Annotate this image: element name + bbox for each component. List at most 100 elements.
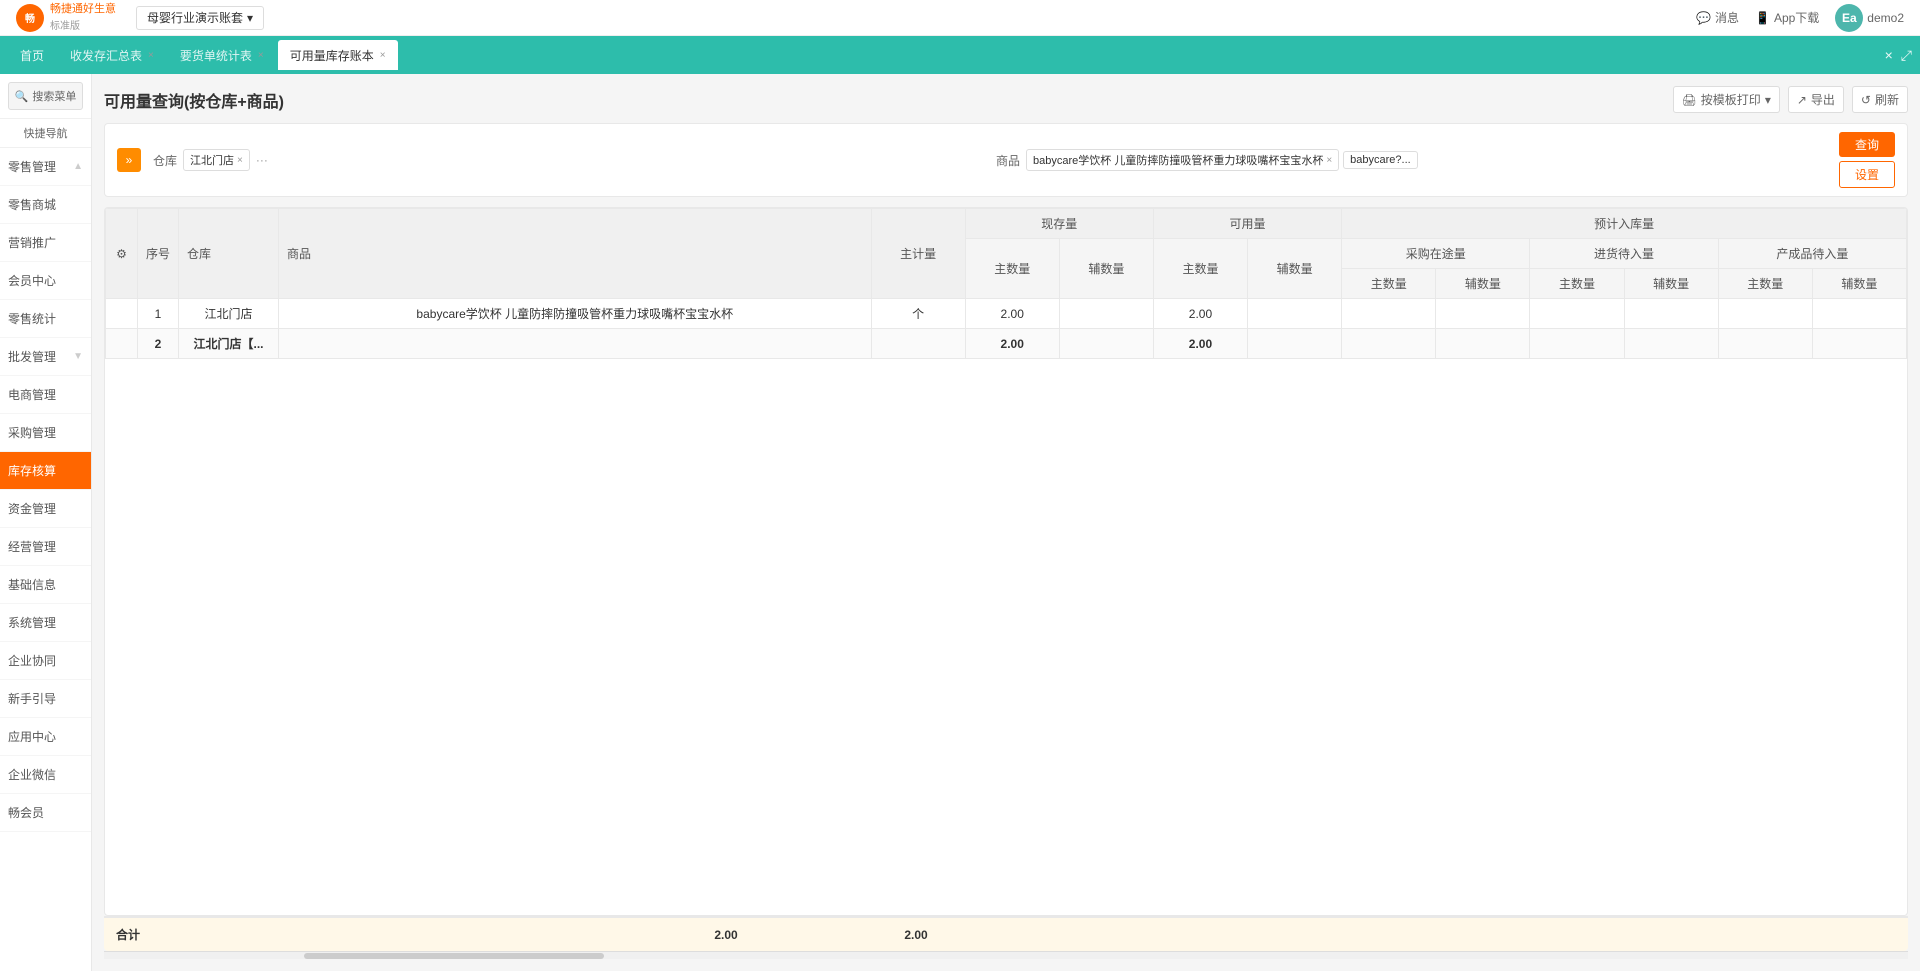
sidebar-item-system-mgmt[interactable]: 系统管理: [0, 604, 91, 642]
template-print-label: 按模板打印: [1701, 91, 1761, 108]
sidebar-item-purchase-mgmt[interactable]: 采购管理: [0, 414, 91, 452]
warehouse-filter-ellipsis[interactable]: ···: [256, 153, 268, 167]
chevron-down-icon: ▾: [1765, 93, 1771, 107]
filter-actions: 查询 设置: [1839, 132, 1895, 188]
sidebar-item-label: 畅会员: [8, 804, 44, 821]
sidebar-item-enterprise-collab[interactable]: 企业协同: [0, 642, 91, 680]
tab-receive-pay-close[interactable]: ×: [148, 50, 154, 61]
logo-area: 畅 畅捷通好生意 标准版: [16, 3, 116, 31]
col-settings-header[interactable]: ⚙: [106, 209, 138, 299]
app-download-btn[interactable]: 📱 App下载: [1755, 9, 1819, 26]
expand-icon: »: [126, 153, 133, 167]
main-layout: 🔍 搜索菜单 快捷导航 零售管理 ▲ 零售商城 营销推广 会员中心 零售统计 批…: [0, 74, 1920, 971]
sidebar-item-retail-stats[interactable]: 零售统计: [0, 300, 91, 338]
tab-available-inventory[interactable]: 可用量库存账本 ×: [278, 40, 398, 70]
warehouse-tag-jiangbei[interactable]: 江北门店 ×: [183, 149, 250, 171]
tab-requisition-stats-close[interactable]: ×: [258, 50, 264, 61]
col-inbound-pending-aux-header: 辅数量: [1624, 269, 1718, 299]
filter-row: » 仓库 江北门店 × ··· 商品 babycare学饮杯 儿童防摔防撞吸管杯…: [104, 123, 1908, 197]
tab-available-inventory-close[interactable]: ×: [380, 50, 386, 61]
sidebar-item-enterprise-wechat[interactable]: 企业微信: [0, 756, 91, 794]
refresh-label: 刷新: [1875, 91, 1899, 108]
scroll-thumb[interactable]: [304, 953, 604, 959]
content-area: 可用量查询(按仓库+商品) 🖨 按模板打印 ▾ ↗ 导出 ↺ 刷新: [92, 74, 1920, 971]
tab-home[interactable]: 首页: [8, 40, 56, 70]
nav-tabs: 首页 收发存汇总表 × 要货单统计表 × 可用量库存账本 × × ⤢: [0, 36, 1920, 74]
cell-avail-aux-sub: [1248, 329, 1342, 359]
sidebar-item-label: 企业协同: [8, 652, 56, 669]
sidebar-item-label: 资金管理: [8, 500, 56, 517]
tab-requisition-stats-label: 要货单统计表: [180, 47, 252, 64]
logo-sub: 标准版: [50, 17, 116, 32]
sidebar-item-new-guide[interactable]: 新手引导: [0, 680, 91, 718]
cell-no: 1: [138, 299, 179, 329]
table-container: ⚙ 序号 仓库 商品 主计量 现存量 可用量 预计入库量 主数量 辅数量 主数量…: [104, 207, 1908, 916]
cell-stock-main: 2.00: [965, 299, 1059, 329]
sidebar-item-retail-mgmt[interactable]: 零售管理 ▲: [0, 148, 91, 186]
avatar: Ea: [1835, 4, 1863, 32]
cell-unit-sub: [871, 329, 965, 359]
tab-receive-pay[interactable]: 收发存汇总表 ×: [58, 40, 166, 70]
cell-pt-main-sub: [1342, 329, 1436, 359]
scroll-indicator[interactable]: [104, 951, 1908, 959]
filter-expand-btn[interactable]: »: [117, 148, 141, 172]
close-all-tabs-btn[interactable]: ×: [1885, 47, 1893, 63]
sidebar-item-finance-mgmt[interactable]: 资金管理: [0, 490, 91, 528]
col-finished-pending-main-header: 主数量: [1718, 269, 1812, 299]
cell-settings-sub: [106, 329, 138, 359]
page-actions: 🖨 按模板打印 ▾ ↗ 导出 ↺ 刷新: [1673, 86, 1908, 113]
sidebar-item-app-center[interactable]: 应用中心: [0, 718, 91, 756]
sidebar-item-label: 批发管理: [8, 348, 56, 365]
template-print-btn[interactable]: 🖨 按模板打印 ▾: [1673, 86, 1780, 113]
sidebar-item-retail-mall[interactable]: 零售商城: [0, 186, 91, 224]
sidebar-item-label: 新手引导: [8, 690, 56, 707]
industry-selector[interactable]: 母婴行业演示账套 ▾: [136, 6, 264, 30]
product-tag-label: babycare学饮杯 儿童防摔防撞吸管杯重力球吸嘴杯宝宝水杯: [1033, 152, 1323, 168]
inventory-table: ⚙ 序号 仓库 商品 主计量 现存量 可用量 预计入库量 主数量 辅数量 主数量…: [105, 208, 1907, 359]
sidebar-item-ecommerce-mgmt[interactable]: 电商管理: [0, 376, 91, 414]
product-tag-babycare[interactable]: babycare学饮杯 儿童防摔防撞吸管杯重力球吸嘴杯宝宝水杯 ×: [1026, 149, 1339, 171]
col-unit-header: 主计量: [871, 209, 965, 299]
sidebar-item-operations-mgmt[interactable]: 经营管理: [0, 528, 91, 566]
table-row-subtotal: 2 江北门店【... 2.00 2.00: [106, 329, 1907, 359]
warehouse-tag-close[interactable]: ×: [237, 155, 243, 166]
table-header-row1: ⚙ 序号 仓库 商品 主计量 现存量 可用量 预计入库量: [106, 209, 1907, 239]
cell-avail-main-sub: 2.00: [1153, 329, 1247, 359]
warehouse-filter-group: 仓库 江北门店 × ···: [153, 149, 984, 171]
sidebar: 🔍 搜索菜单 快捷导航 零售管理 ▲ 零售商城 营销推广 会员中心 零售统计 批…: [0, 74, 92, 971]
settings-btn[interactable]: 设置: [1839, 161, 1895, 188]
export-icon: ↗: [1797, 93, 1807, 107]
cell-fp-main-sub: [1718, 329, 1812, 359]
sidebar-search-area: 🔍 搜索菜单: [0, 74, 91, 119]
export-btn[interactable]: ↗ 导出: [1788, 86, 1844, 113]
product-tag-close[interactable]: ×: [1326, 155, 1332, 166]
tab-receive-pay-label: 收发存汇总表: [70, 47, 142, 64]
expand-btn[interactable]: ⤢: [1901, 47, 1912, 64]
sidebar-item-inventory-check[interactable]: 库存核算: [0, 452, 91, 490]
sidebar-item-label: 基础信息: [8, 576, 56, 593]
sidebar-item-member[interactable]: 畅会员: [0, 794, 91, 832]
tab-available-inventory-label: 可用量库存账本: [290, 47, 374, 64]
sidebar-item-basic-info[interactable]: 基础信息: [0, 566, 91, 604]
tab-requisition-stats[interactable]: 要货单统计表 ×: [168, 40, 276, 70]
search-menu-btn[interactable]: 🔍 搜索菜单: [8, 82, 83, 110]
product-tag-babycare2[interactable]: babycare?...: [1343, 151, 1418, 169]
sidebar-item-wholesale-mgmt[interactable]: 批发管理 ▼: [0, 338, 91, 376]
sidebar-quick-nav[interactable]: 快捷导航: [0, 119, 91, 148]
page-header: 可用量查询(按仓库+商品) 🖨 按模板打印 ▾ ↗ 导出 ↺ 刷新: [104, 86, 1908, 113]
user-profile[interactable]: Ea demo2: [1835, 4, 1904, 32]
cell-inbound-pending-main: [1530, 299, 1624, 329]
col-no-header: 序号: [138, 209, 179, 299]
col-finished-pending-header: 产成品待入量: [1718, 239, 1906, 269]
sidebar-item-label: 应用中心: [8, 728, 56, 745]
cell-stock-main-sub: 2.00: [965, 329, 1059, 359]
message-btn[interactable]: 💬 消息: [1696, 9, 1739, 26]
refresh-btn[interactable]: ↺ 刷新: [1852, 86, 1908, 113]
cell-purchase-transit-aux: [1436, 299, 1530, 329]
sidebar-item-member-center[interactable]: 会员中心: [0, 262, 91, 300]
query-btn[interactable]: 查询: [1839, 132, 1895, 157]
col-finished-pending-aux-header: 辅数量: [1812, 269, 1906, 299]
product-filter-group: 商品 babycare学饮杯 儿童防摔防撞吸管杯重力球吸嘴杯宝宝水杯 × bab…: [996, 149, 1827, 171]
warehouse-tag-label: 江北门店: [190, 152, 234, 168]
sidebar-item-marketing[interactable]: 营销推广: [0, 224, 91, 262]
